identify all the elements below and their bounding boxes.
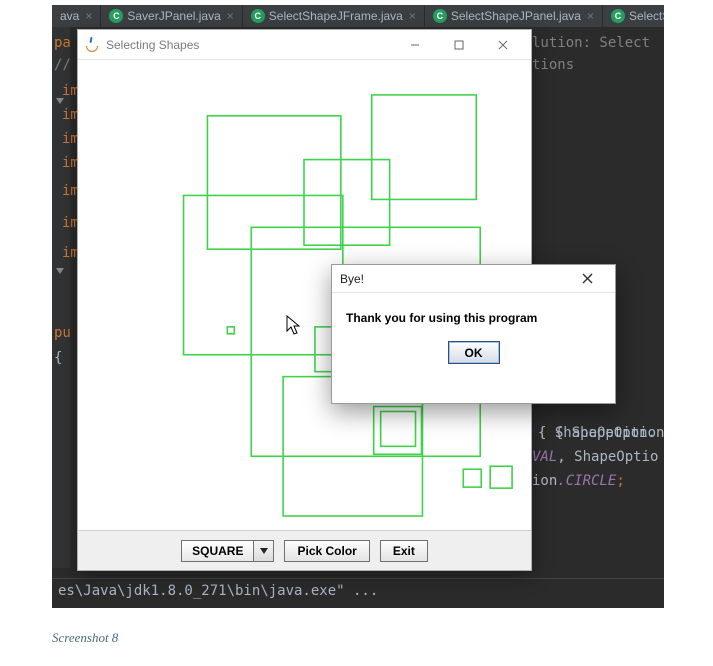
- dialog-message: Thank you for using this program: [332, 293, 615, 333]
- java-class-icon: C: [251, 9, 265, 23]
- shape-select-combo[interactable]: SQUARE: [181, 540, 274, 562]
- ok-button[interactable]: OK: [448, 341, 500, 364]
- ide-tab-strip: ava × C SaverJPanel.java × C SelectShape…: [52, 5, 664, 27]
- drawn-square: [463, 469, 481, 487]
- ide-tab-label: ava: [60, 9, 79, 23]
- maximize-button[interactable]: [437, 31, 481, 59]
- ide-tab-label: SelectShapeJFrame.java: [269, 9, 403, 23]
- code-text: {: [54, 350, 62, 366]
- close-icon: [498, 40, 508, 50]
- dialog-button-row: OK: [332, 333, 615, 376]
- drawn-square: [381, 411, 416, 446]
- ide-tab[interactable]: C SelectSh: [603, 5, 664, 27]
- close-icon: [582, 273, 593, 284]
- ide-tab[interactable]: C SelectShapeJFrame.java ×: [243, 5, 425, 27]
- code-text: tions: [532, 57, 574, 73]
- code-text: ion.CIRCLE;: [532, 473, 625, 489]
- tab-close-icon[interactable]: ×: [85, 9, 92, 23]
- java-class-icon: C: [611, 9, 625, 23]
- minimize-button[interactable]: [393, 31, 437, 59]
- code-text: { ShapeOption.: [538, 425, 656, 441]
- dialog-titlebar[interactable]: Bye!: [332, 265, 615, 293]
- dialog-title: Bye!: [340, 272, 364, 286]
- exit-button[interactable]: Exit: [380, 540, 428, 562]
- ide-tab-label: SelectSh: [629, 9, 664, 23]
- close-button[interactable]: [481, 31, 525, 59]
- code-text: //: [54, 57, 71, 73]
- code-text: VAL, ShapeOptio: [532, 449, 658, 465]
- button-label: Pick Color: [297, 544, 356, 558]
- collapse-icon[interactable]: [54, 265, 66, 277]
- tab-close-icon[interactable]: ×: [227, 9, 234, 23]
- dialog-close-button[interactable]: [567, 266, 607, 292]
- code-text: lution: Select: [532, 35, 650, 51]
- tab-close-icon[interactable]: ×: [409, 9, 416, 23]
- code-text: pu: [54, 325, 71, 341]
- drawn-square: [227, 327, 234, 334]
- swing-window-title: Selecting Shapes: [106, 38, 199, 52]
- tab-close-icon[interactable]: ×: [587, 9, 594, 23]
- java-class-icon: C: [433, 9, 447, 23]
- ide-tab-label: SaverJPanel.java: [127, 9, 220, 23]
- console-text: es\Java\jdk1.8.0_271\bin\java.exe" ...: [58, 583, 378, 599]
- code-text: pa: [54, 35, 71, 51]
- minimize-icon: [410, 40, 420, 50]
- drawn-square: [372, 95, 477, 200]
- combo-value: SQUARE: [182, 544, 253, 558]
- swing-titlebar[interactable]: Selecting Shapes: [78, 30, 531, 60]
- maximize-icon: [454, 40, 464, 50]
- drawn-square: [304, 160, 390, 246]
- bye-dialog: Bye! Thank you for using this program OK: [331, 264, 616, 404]
- ide-console[interactable]: es\Java\jdk1.8.0_271\bin\java.exe" ...: [52, 578, 664, 608]
- java-icon: [84, 37, 100, 53]
- ide-tab[interactable]: C SelectShapeJPanel.java ×: [425, 5, 603, 27]
- ide-window: ava × C SaverJPanel.java × C SelectShape…: [52, 5, 664, 608]
- ide-tab-label: SelectShapeJPanel.java: [451, 9, 581, 23]
- ide-tab[interactable]: ava ×: [52, 5, 101, 27]
- pick-color-button[interactable]: Pick Color: [284, 540, 369, 562]
- java-class-icon: C: [109, 9, 123, 23]
- swing-toolbar: SQUARE Pick Color Exit: [78, 530, 531, 570]
- drawn-square: [490, 466, 512, 488]
- chevron-down-icon[interactable]: [253, 541, 273, 561]
- button-label: OK: [465, 346, 483, 360]
- figure-caption: Screenshot 8: [52, 630, 118, 646]
- button-label: Exit: [393, 544, 415, 558]
- ide-tab[interactable]: C SaverJPanel.java ×: [101, 5, 242, 27]
- drawn-square: [207, 116, 340, 249]
